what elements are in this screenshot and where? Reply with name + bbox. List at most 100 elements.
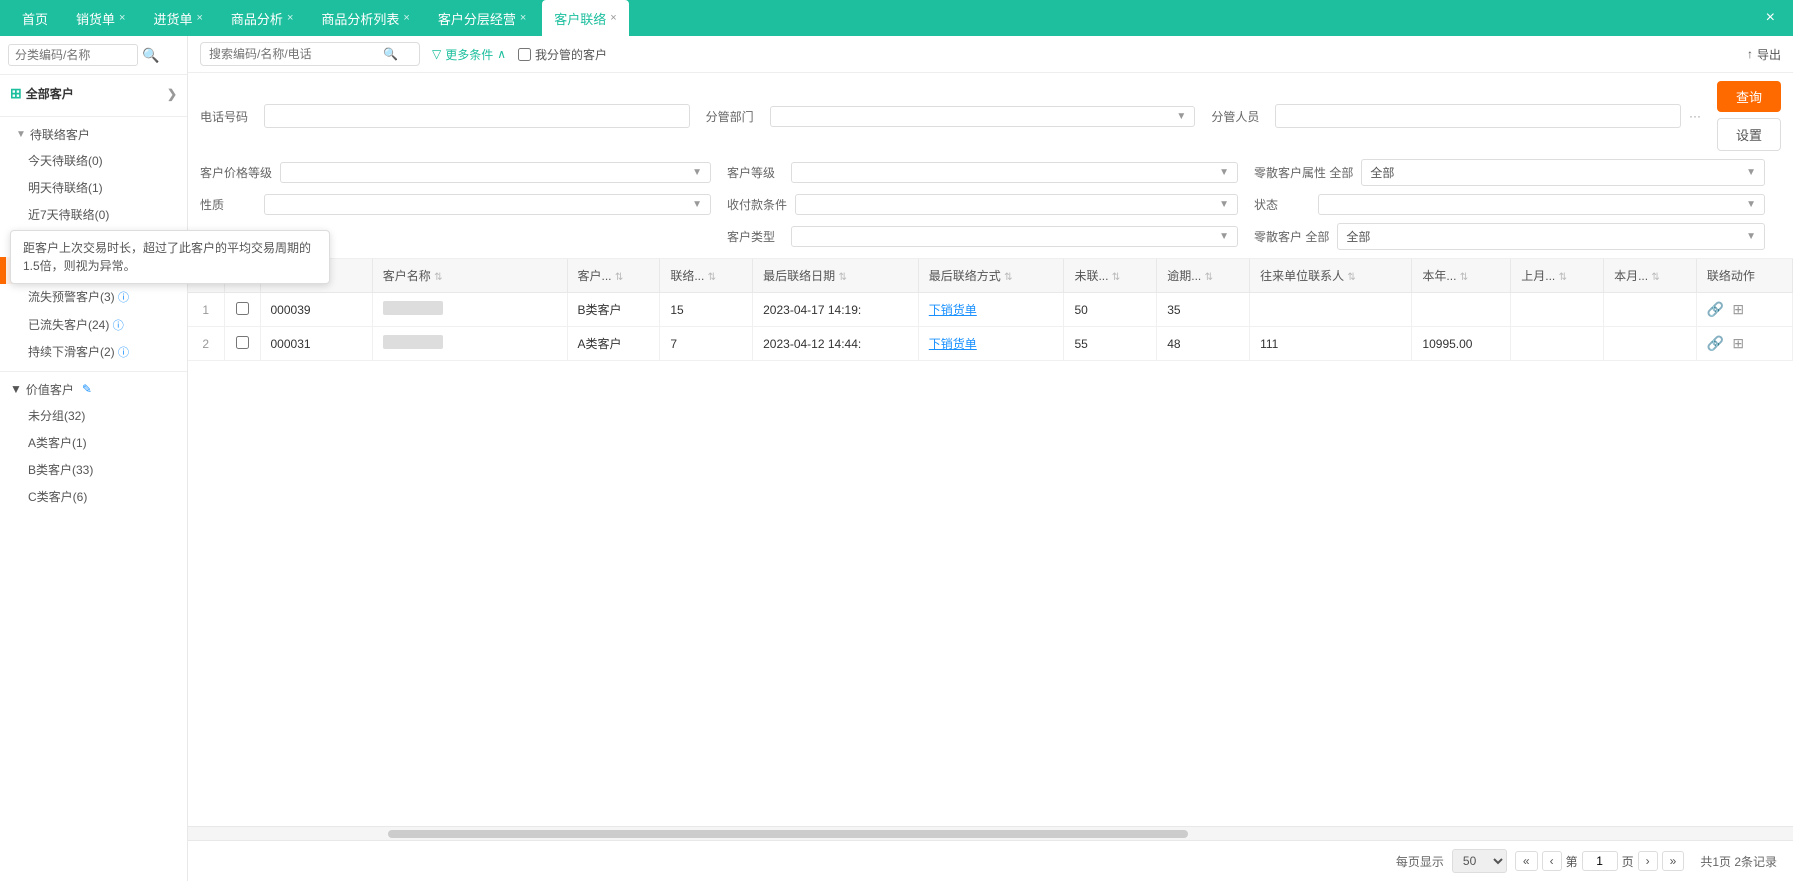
sidebar-item-持续下滑客户(2)[interactable]: 持续下滑客户(2) ⓘ (0, 339, 187, 367)
price-level-select[interactable]: ▼ (280, 162, 711, 183)
nav-tab-商品分析[interactable]: 商品分析× (219, 0, 305, 36)
action-link-icon[interactable]: 🔗 (1707, 301, 1724, 318)
person-input[interactable] (1275, 104, 1681, 128)
scatter-customer-label: 零散客户 全部 (1254, 228, 1329, 245)
col-overdue[interactable]: 逾期... ⇅ (1157, 259, 1250, 293)
col-type[interactable]: 客户... ⇅ (567, 259, 660, 293)
row-last-method[interactable]: 下销货单 (918, 327, 1064, 361)
sidebar-group-value[interactable]: ▼ 价值客户 ✎ (0, 376, 187, 403)
sort-arrows-date: ⇅ (838, 272, 846, 283)
all-customers-item[interactable]: ⊞ 全部客户 ❯ (0, 79, 187, 108)
row-checkbox[interactable] (236, 336, 249, 349)
per-page-select[interactable]: 50 100 200 (1452, 849, 1507, 873)
nature-select[interactable]: ▼ (264, 194, 711, 215)
sidebar-item-今天待联络(0)[interactable]: 今天待联络(0) (0, 148, 187, 175)
tab-close-icon[interactable]: × (610, 12, 616, 24)
info-icon: ⓘ (118, 292, 129, 304)
sidebar-search-icon[interactable]: 🔍 (142, 47, 159, 64)
action-grid-icon[interactable]: ⊞ (1732, 335, 1744, 352)
col-last-month[interactable]: 上月... ⇅ (1511, 259, 1604, 293)
nav-tab-进货单[interactable]: 进货单× (141, 0, 214, 36)
row-last-method[interactable]: 下销货单 (918, 293, 1064, 327)
sidebar-item-已流失客户(24)[interactable]: 已流失客户(24) ⓘ (0, 312, 187, 340)
nav-tab-首页[interactable]: 首页 (10, 0, 60, 36)
customer-type-select[interactable]: ▼ (791, 226, 1238, 247)
col-contact-count[interactable]: 联络... ⇅ (660, 259, 753, 293)
main-search-icon[interactable]: 🔍 (383, 47, 398, 61)
col-last-method[interactable]: 最后联络方式 ⇅ (918, 259, 1064, 293)
nav-tab-销货单[interactable]: 销货单× (64, 0, 137, 36)
my-customers-checkbox-area[interactable]: 我分管的客户 (518, 46, 607, 63)
settings-button[interactable]: 设置 (1717, 118, 1781, 151)
nature-label: 性质 (200, 196, 256, 213)
main-search-input[interactable] (209, 47, 379, 61)
arrow-icon-2: ▼ (10, 382, 22, 396)
main-layout: 🔍 ⊞ 全部客户 ❯ ▼ 待联络客户 今天待联络(0)明天待联络(1)近7天待联… (0, 36, 1793, 881)
last-method-link[interactable]: 下销货单 (929, 303, 977, 317)
last-method-link[interactable]: 下销货单 (929, 337, 977, 351)
phone-input[interactable] (264, 104, 690, 128)
chevron-down-icon-3: ▼ (1219, 167, 1229, 178)
row-code: 000031 (260, 327, 372, 361)
nav-tab-商品分析列表[interactable]: 商品分析列表× (309, 0, 421, 36)
query-button[interactable]: 查询 (1717, 81, 1781, 112)
last-page-button[interactable]: » (1662, 851, 1685, 871)
payment-select[interactable]: ▼ (795, 194, 1238, 215)
scatter-customer-select[interactable]: 全部 ▼ (1337, 223, 1765, 250)
action-grid-icon[interactable]: ⊞ (1732, 301, 1744, 318)
col-this-month[interactable]: 本月... ⇅ (1604, 259, 1697, 293)
sidebar-item-未分组(32)[interactable]: 未分组(32) (0, 403, 187, 430)
person-dots[interactable]: ··· (1689, 109, 1701, 123)
sidebar-item-C类客户(6)[interactable]: C类客户(6) (0, 484, 187, 511)
sidebar-item-B类客户(33)[interactable]: B类客户(33) (0, 457, 187, 484)
data-table-container: ⚙ 客户编码 ⇅ 客户名称 ⇅ 客户... ⇅ 联络... ⇅ 最后联络日期 ⇅… (188, 259, 1793, 826)
sidebar-group2-items: 流失预警客户(3) ⓘ已流失客户(24) ⓘ持续下滑客户(2) ⓘ (0, 284, 187, 367)
row-num: 1 (188, 293, 224, 327)
tab-close-icon[interactable]: × (287, 12, 293, 24)
sidebar-item-A类客户(1)[interactable]: A类客户(1) (0, 430, 187, 457)
filter-row-phone: 电话号码 (200, 104, 690, 128)
col-last-date[interactable]: 最后联络日期 ⇅ (753, 259, 919, 293)
col-action: 联络动作 (1696, 259, 1792, 293)
first-page-button[interactable]: « (1515, 851, 1538, 871)
scroll-thumb[interactable] (388, 830, 1188, 838)
prev-page-button[interactable]: ‹ (1542, 851, 1562, 871)
row-checkbox[interactable] (236, 302, 249, 315)
scatter-attr-select[interactable]: 全部 ▼ (1361, 159, 1765, 186)
tab-close-icon[interactable]: × (403, 12, 409, 24)
close-all-button[interactable]: × (1758, 9, 1783, 27)
my-customers-checkbox[interactable] (518, 48, 531, 61)
row-action: 🔗 ⊞ (1696, 327, 1792, 361)
dept-select[interactable]: ▼ (770, 106, 1196, 127)
col-no-contact[interactable]: 未联... ⇅ (1064, 259, 1157, 293)
sidebar-item-流失预警客户(3)[interactable]: 流失预警客户(3) ⓘ (0, 284, 187, 312)
sidebar-search-input[interactable] (8, 44, 138, 66)
sidebar-group-pending[interactable]: ▼ 待联络客户 (0, 121, 187, 148)
row-type: B类客户 (567, 293, 660, 327)
next-page-button[interactable]: › (1638, 851, 1658, 871)
nav-tab-客户分层经营[interactable]: 客户分层经营× (426, 0, 538, 36)
sidebar-item-近7天待联络(0)[interactable]: 近7天待联络(0) (0, 202, 187, 229)
sidebar-item-明天待联络(1)[interactable]: 明天待联络(1) (0, 175, 187, 202)
filter-row-scatter-customer: 零散客户 全部 全部 ▼ (1254, 223, 1765, 250)
page-input[interactable] (1582, 851, 1618, 871)
customer-level-select[interactable]: ▼ (791, 162, 1238, 183)
export-button[interactable]: ↑ 导出 (1747, 46, 1781, 63)
col-contact-person[interactable]: 往来单位联系人 ⇅ (1250, 259, 1412, 293)
col-name[interactable]: 客户名称 ⇅ (372, 259, 567, 293)
row-num: 2 (188, 327, 224, 361)
collapse-sidebar-button[interactable]: ❯ (167, 87, 177, 101)
edit-icon[interactable]: ✎ (82, 382, 92, 396)
tab-close-icon[interactable]: × (196, 12, 202, 24)
nav-tab-客户联络[interactable]: 客户联络× (542, 0, 628, 36)
row-action: 🔗 ⊞ (1696, 293, 1792, 327)
price-level-label: 客户价格等级 (200, 164, 272, 181)
sort-arrows-contact: ⇅ (708, 272, 716, 283)
horizontal-scrollbar[interactable] (188, 826, 1793, 840)
status-select[interactable]: ▼ (1318, 194, 1765, 215)
tab-close-icon[interactable]: × (520, 12, 526, 24)
col-this-year[interactable]: 本年... ⇅ (1412, 259, 1511, 293)
tab-close-icon[interactable]: × (119, 12, 125, 24)
action-link-icon[interactable]: 🔗 (1707, 335, 1724, 352)
more-conditions-button[interactable]: ▽ 更多条件 ∧ (432, 46, 506, 63)
